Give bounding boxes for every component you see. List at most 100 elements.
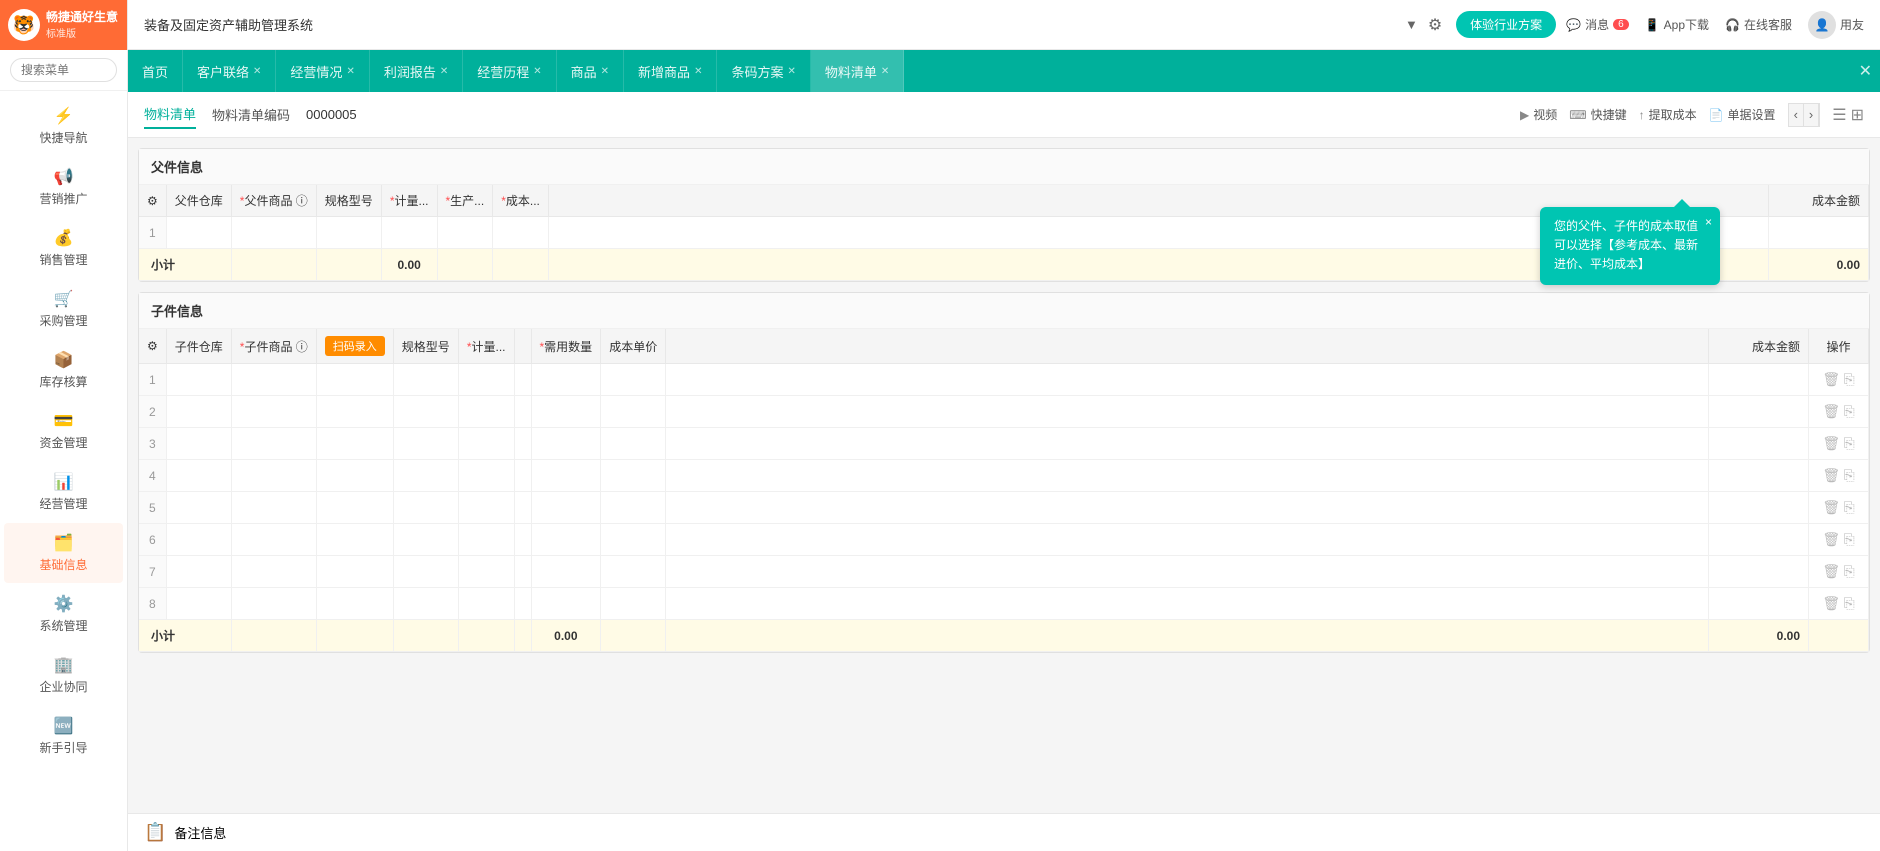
tab-barcode[interactable]: 条码方案 ✕ (717, 50, 810, 92)
sidebar-item-marketing[interactable]: 📢 营销推广 (4, 157, 123, 217)
sidebar-item-inventory[interactable]: 📦 库存核算 (4, 340, 123, 400)
child-cell-unitprice-4[interactable] (601, 460, 666, 492)
tab-customer-close[interactable]: ✕ (253, 66, 261, 77)
tab-history[interactable]: 经营历程 ✕ (463, 50, 556, 92)
child-cell-scan-2[interactable] (316, 396, 393, 428)
child-cell-spec-8[interactable] (393, 588, 458, 620)
search-input[interactable] (10, 58, 117, 82)
tab-product[interactable]: 商品 ✕ (557, 50, 624, 92)
copy-icon-1[interactable]: ⎘ (1843, 371, 1854, 387)
delete-icon-2[interactable]: 🗑 (1822, 403, 1840, 419)
child-cell-qty-2[interactable] (531, 396, 601, 428)
settings-gear-icon[interactable]: ⚙ (1428, 15, 1442, 35)
copy-icon-8[interactable]: ⎘ (1843, 595, 1854, 611)
tab-customer[interactable]: 客户联络 ✕ (183, 50, 276, 92)
delete-icon-8[interactable]: 🗑 (1822, 595, 1840, 611)
sidebar-item-quicknav[interactable]: ⚡ 快捷导航 (4, 96, 123, 156)
copy-icon-2[interactable]: ⎘ (1843, 403, 1854, 419)
view-switch[interactable]: ☰ ⊞ (1832, 105, 1864, 125)
child-cell-qty-1[interactable] (531, 364, 601, 396)
sidebar-item-purchase[interactable]: 🛒 采购管理 (4, 279, 123, 339)
sidebar-item-enterprise[interactable]: 🏢 企业协同 (4, 645, 123, 705)
child-cell-unit-4[interactable] (458, 460, 514, 492)
child-cell-warehouse-5[interactable] (166, 492, 231, 524)
child-cell-scan-6[interactable] (316, 524, 393, 556)
child-cell-scan-1[interactable] (316, 364, 393, 396)
child-cell-unit-2[interactable] (458, 396, 514, 428)
child-cell-spec-5[interactable] (393, 492, 458, 524)
scan-btn[interactable]: 扫码录入 (325, 336, 385, 356)
tab-profit-close[interactable]: ✕ (440, 66, 448, 77)
child-cell-unitprice-3[interactable] (601, 428, 666, 460)
child-cell-unit-7[interactable] (458, 556, 514, 588)
tab-barcode-close[interactable]: ✕ (787, 66, 795, 77)
child-cell-qty-7[interactable] (531, 556, 601, 588)
experience-btn[interactable]: 体验行业方案 (1456, 11, 1556, 38)
sidebar-item-system[interactable]: ⚙️ 系统管理 (4, 584, 123, 644)
child-cell-warehouse-6[interactable] (166, 524, 231, 556)
child-cell-product-1[interactable] (231, 364, 316, 396)
child-cell-product-3[interactable] (231, 428, 316, 460)
child-cell-unitprice-2[interactable] (601, 396, 666, 428)
subheader-tab-code[interactable]: 物料清单编码 (212, 101, 290, 128)
parent-cell-product-1[interactable] (231, 217, 316, 249)
child-cell-scan-3[interactable] (316, 428, 393, 460)
video-action[interactable]: ▶ 视频 (1520, 106, 1557, 123)
child-cell-unitprice-8[interactable] (601, 588, 666, 620)
child-cell-product-7[interactable] (231, 556, 316, 588)
child-cell-warehouse-4[interactable] (166, 460, 231, 492)
child-cell-product-8[interactable] (231, 588, 316, 620)
close-all-tabs-icon[interactable]: ✕ (1859, 61, 1872, 81)
child-cell-spec-4[interactable] (393, 460, 458, 492)
delete-icon-1[interactable]: 🗑 (1822, 371, 1840, 387)
parent-cell-warehouse-1[interactable] (166, 217, 231, 249)
tab-home[interactable]: 首页 (128, 50, 183, 92)
child-cell-scan-8[interactable] (316, 588, 393, 620)
tab-bom-close[interactable]: ✕ (881, 66, 889, 77)
copy-icon-7[interactable]: ⎘ (1843, 563, 1854, 579)
tab-product-close[interactable]: ✕ (601, 66, 609, 77)
child-cell-warehouse-8[interactable] (166, 588, 231, 620)
tab-operation[interactable]: 经营情况 ✕ (276, 50, 369, 92)
parent-cell-cost-1[interactable] (493, 217, 549, 249)
child-cell-unitprice-1[interactable] (601, 364, 666, 396)
sidebar-item-sales[interactable]: 💰 销售管理 (4, 218, 123, 278)
child-cell-unitprice-7[interactable] (601, 556, 666, 588)
child-cell-unit-8[interactable] (458, 588, 514, 620)
child-cell-unit-5[interactable] (458, 492, 514, 524)
child-cell-spec-1[interactable] (393, 364, 458, 396)
parent-cell-spec-1[interactable] (316, 217, 381, 249)
child-cell-warehouse-7[interactable] (166, 556, 231, 588)
sidebar-item-operation[interactable]: 📊 经营管理 (4, 462, 123, 522)
child-cell-warehouse-1[interactable] (166, 364, 231, 396)
child-cell-qty-5[interactable] (531, 492, 601, 524)
parent-cell-unit-1[interactable] (381, 217, 437, 249)
notes-icon[interactable]: 📋 (144, 822, 166, 843)
child-cell-unit-6[interactable] (458, 524, 514, 556)
child-cell-unitprice-6[interactable] (601, 524, 666, 556)
child-cell-scan-7[interactable] (316, 556, 393, 588)
child-cell-scan-5[interactable] (316, 492, 393, 524)
single-setting-action[interactable]: 📄 单据设置 (1709, 106, 1776, 123)
child-cell-unitprice-5[interactable] (601, 492, 666, 524)
child-cell-spec-7[interactable] (393, 556, 458, 588)
tooltip-close-btn[interactable]: × (1705, 213, 1712, 232)
delete-icon-6[interactable]: 🗑 (1822, 531, 1840, 547)
sidebar-item-guide[interactable]: 🆕 新手引导 (4, 706, 123, 766)
delete-icon-4[interactable]: 🗑 (1822, 467, 1840, 483)
child-cell-unit-1[interactable] (458, 364, 514, 396)
tab-profit[interactable]: 利润报告 ✕ (370, 50, 463, 92)
child-cell-warehouse-2[interactable] (166, 396, 231, 428)
child-cell-product-5[interactable] (231, 492, 316, 524)
tab-history-close[interactable]: ✕ (533, 66, 541, 77)
child-cell-product-2[interactable] (231, 396, 316, 428)
delete-icon-3[interactable]: 🗑 (1822, 435, 1840, 451)
child-cell-qty-8[interactable] (531, 588, 601, 620)
online-service-btn[interactable]: 🎧 在线客服 (1725, 16, 1792, 33)
child-cell-qty-4[interactable] (531, 460, 601, 492)
copy-icon-3[interactable]: ⎘ (1843, 435, 1854, 451)
shortcut-action[interactable]: ⌨ 快捷键 (1569, 106, 1626, 123)
copy-icon-6[interactable]: ⎘ (1843, 531, 1854, 547)
dropdown-arrow-icon[interactable]: ▼ (1405, 17, 1418, 32)
extract-cost-action[interactable]: ↑ 提取成本 (1639, 106, 1697, 123)
